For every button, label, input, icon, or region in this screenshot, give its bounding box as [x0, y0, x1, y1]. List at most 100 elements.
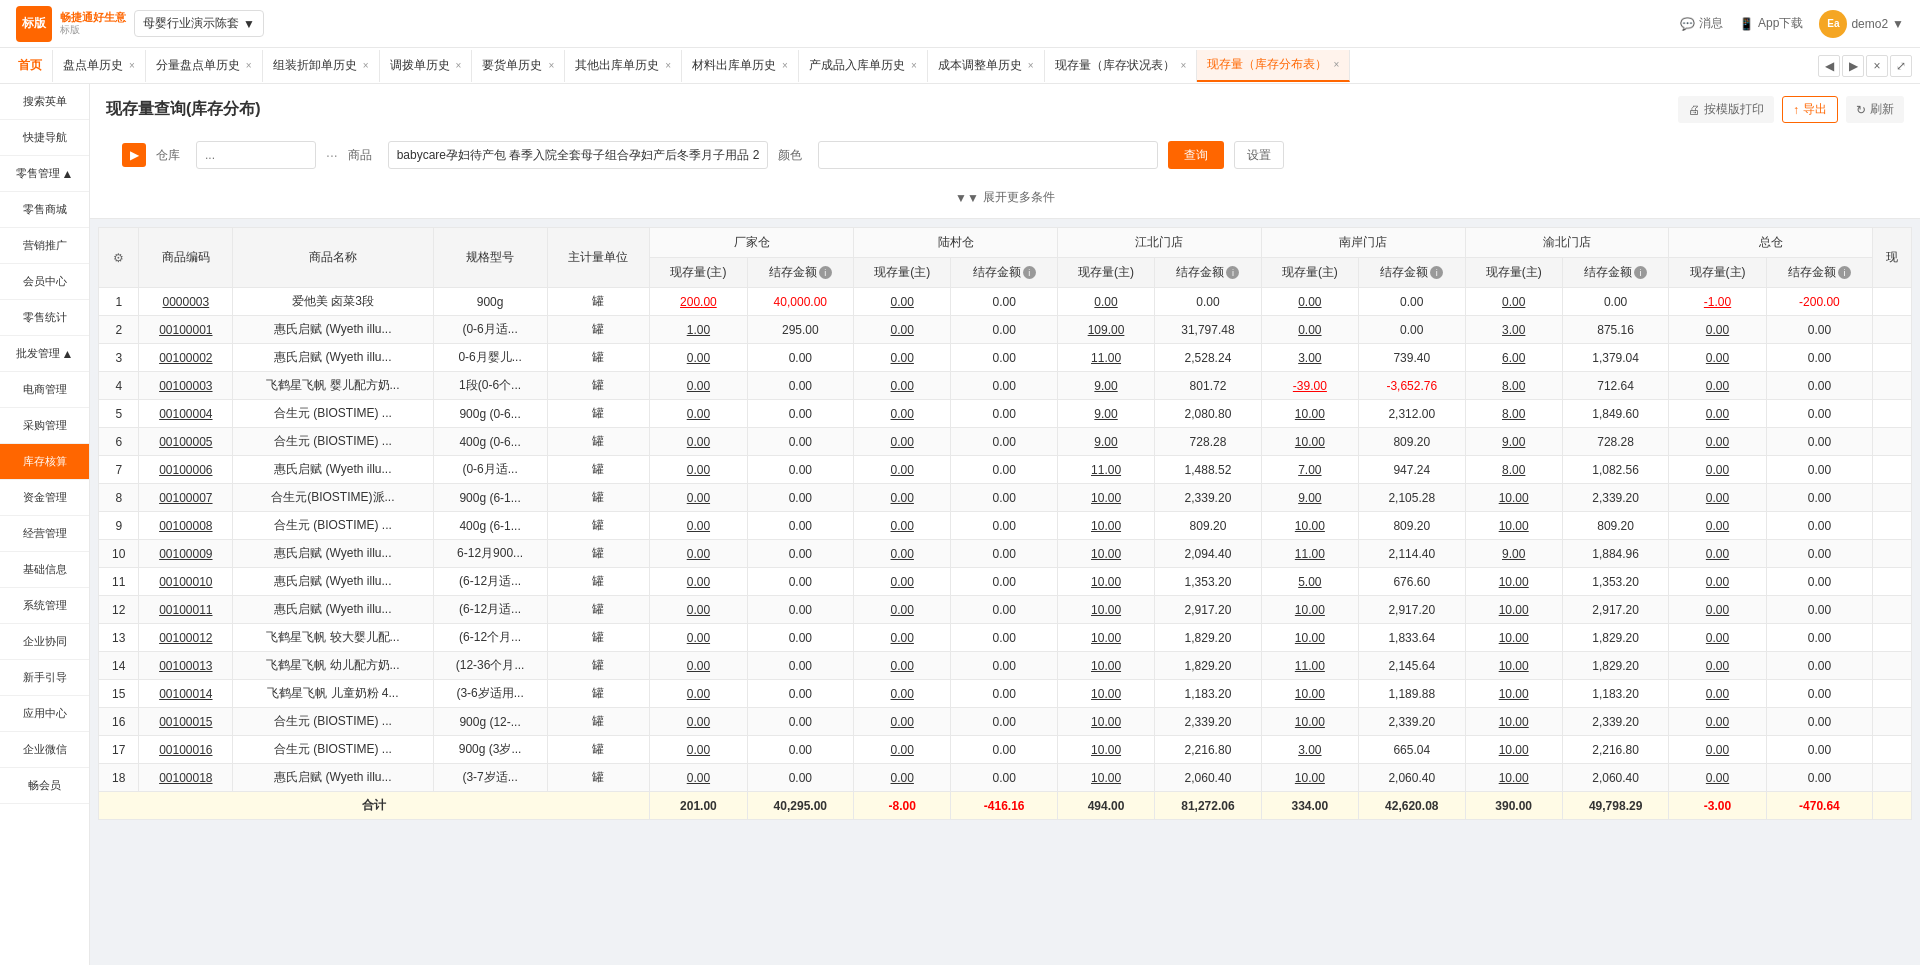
- table-cell[interactable]: 0.00: [1669, 708, 1766, 736]
- table-cell[interactable]: 10.00: [1057, 736, 1154, 764]
- table-cell[interactable]: 0.00: [650, 568, 747, 596]
- table-cell[interactable]: 0.00: [650, 736, 747, 764]
- table-cell[interactable]: 0.00: [650, 456, 747, 484]
- table-cell[interactable]: 0.00: [650, 764, 747, 792]
- table-cell[interactable]: 00100009: [139, 540, 233, 568]
- table-cell[interactable]: 0.00: [1669, 540, 1766, 568]
- table-cell[interactable]: -3,652.76: [1359, 372, 1466, 400]
- table-cell[interactable]: 0.00: [854, 428, 951, 456]
- table-cell[interactable]: 10.00: [1465, 652, 1562, 680]
- table-cell[interactable]: 10.00: [1465, 512, 1562, 540]
- table-cell[interactable]: 0.00: [854, 624, 951, 652]
- table-cell[interactable]: 8.00: [1465, 372, 1562, 400]
- table-cell[interactable]: 6.00: [1465, 344, 1562, 372]
- table-cell[interactable]: 0.00: [1261, 288, 1358, 316]
- table-cell[interactable]: 9.00: [1261, 484, 1358, 512]
- table-cell[interactable]: 9.00: [1465, 428, 1562, 456]
- table-cell[interactable]: 3.00: [1465, 316, 1562, 344]
- sidebar-item-search[interactable]: 搜索英单: [0, 84, 89, 120]
- table-cell[interactable]: 00100012: [139, 624, 233, 652]
- table-cell[interactable]: 7.00: [1261, 456, 1358, 484]
- sidebar-item-mall[interactable]: 零售商城: [0, 192, 89, 228]
- close-icon[interactable]: ×: [665, 60, 671, 71]
- table-cell[interactable]: 9.00: [1057, 400, 1154, 428]
- sidebar-item-ecommerce[interactable]: 电商管理: [0, 372, 89, 408]
- table-cell[interactable]: 0.00: [650, 596, 747, 624]
- table-cell[interactable]: 0.00: [650, 512, 747, 540]
- sidebar-item-quick[interactable]: 快捷导航: [0, 120, 89, 156]
- sidebar-item-system[interactable]: 系统管理: [0, 588, 89, 624]
- table-cell[interactable]: 10.00: [1465, 680, 1562, 708]
- close-icon[interactable]: ×: [129, 60, 135, 71]
- print-btn[interactable]: 🖨 按模版打印: [1678, 96, 1774, 123]
- table-cell[interactable]: 0.00: [1669, 680, 1766, 708]
- table-cell[interactable]: 11.00: [1261, 540, 1358, 568]
- nav-expand-btn[interactable]: ⤢: [1890, 55, 1912, 77]
- table-cell[interactable]: 00100016: [139, 736, 233, 764]
- close-icon[interactable]: ×: [1181, 60, 1187, 71]
- col-gear[interactable]: ⚙: [99, 228, 139, 288]
- table-cell[interactable]: 3.00: [1261, 344, 1358, 372]
- table-cell[interactable]: 11.00: [1057, 456, 1154, 484]
- table-cell[interactable]: 0.00: [1669, 400, 1766, 428]
- tab-fenpandian[interactable]: 分量盘点单历史 ×: [146, 50, 263, 82]
- table-cell[interactable]: 10.00: [1465, 568, 1562, 596]
- tab-tiaopo[interactable]: 调拨单历史 ×: [380, 50, 473, 82]
- table-cell[interactable]: 0.00: [1261, 316, 1358, 344]
- sidebar-item-member[interactable]: 会员中心: [0, 264, 89, 300]
- table-cell[interactable]: 0.00: [650, 372, 747, 400]
- table-cell[interactable]: 00100014: [139, 680, 233, 708]
- table-cell[interactable]: 00100008: [139, 512, 233, 540]
- sidebar-item-operations[interactable]: 经营管理: [0, 516, 89, 552]
- close-icon[interactable]: ×: [1028, 60, 1034, 71]
- app-download-btn[interactable]: 📱 App下载: [1739, 15, 1803, 32]
- table-cell[interactable]: 10.00: [1057, 512, 1154, 540]
- nav-prev-btn[interactable]: ◀: [1818, 55, 1840, 77]
- table-cell[interactable]: 0.00: [854, 512, 951, 540]
- table-cell[interactable]: 10.00: [1261, 400, 1358, 428]
- table-cell[interactable]: 00100001: [139, 316, 233, 344]
- table-cell[interactable]: 0.00: [854, 764, 951, 792]
- tab-qitachu[interactable]: 其他出库单历史 ×: [565, 50, 682, 82]
- table-cell[interactable]: 0.00: [650, 540, 747, 568]
- table-cell[interactable]: 0.00: [1057, 288, 1154, 316]
- table-cell[interactable]: 8.00: [1465, 400, 1562, 428]
- table-cell[interactable]: 10.00: [1261, 624, 1358, 652]
- table-cell[interactable]: 00100003: [139, 372, 233, 400]
- table-cell[interactable]: 0.00: [1669, 484, 1766, 512]
- table-cell[interactable]: 0.00: [1669, 456, 1766, 484]
- tab-kucun-zhuangkuang[interactable]: 现存量（库存状况表） ×: [1045, 50, 1198, 82]
- table-cell[interactable]: 9.00: [1057, 372, 1154, 400]
- table-cell[interactable]: 9.00: [1465, 540, 1562, 568]
- table-cell[interactable]: 0.00: [1669, 764, 1766, 792]
- table-cell[interactable]: 0.00: [650, 624, 747, 652]
- tab-pandian[interactable]: 盘点单历史 ×: [53, 50, 146, 82]
- sidebar-item-purchase[interactable]: 采购管理: [0, 408, 89, 444]
- table-cell[interactable]: 0.00: [854, 540, 951, 568]
- tab-yaohuo[interactable]: 要货单历史 ×: [472, 50, 565, 82]
- table-cell[interactable]: 00100006: [139, 456, 233, 484]
- table-cell[interactable]: 10.00: [1057, 596, 1154, 624]
- table-cell[interactable]: 00100015: [139, 708, 233, 736]
- sidebar-item-retail-stats[interactable]: 零售统计: [0, 300, 89, 336]
- close-icon[interactable]: ×: [456, 60, 462, 71]
- tab-zuzhang[interactable]: 组装折卸单历史 ×: [263, 50, 380, 82]
- table-cell[interactable]: 3.00: [1261, 736, 1358, 764]
- nav-close-btn[interactable]: ×: [1866, 55, 1888, 77]
- table-cell[interactable]: 10.00: [1465, 484, 1562, 512]
- table-cell[interactable]: 0.00: [854, 568, 951, 596]
- table-cell[interactable]: 10.00: [1465, 624, 1562, 652]
- table-cell[interactable]: 0.00: [854, 736, 951, 764]
- table-cell[interactable]: 00100004: [139, 400, 233, 428]
- sidebar-item-marketing[interactable]: 营销推广: [0, 228, 89, 264]
- table-cell[interactable]: 0000003: [139, 288, 233, 316]
- message-btn[interactable]: 💬 消息: [1680, 15, 1723, 32]
- table-cell[interactable]: 200.00: [650, 288, 747, 316]
- sidebar-item-member2[interactable]: 畅会员: [0, 768, 89, 804]
- table-cell[interactable]: 10.00: [1057, 484, 1154, 512]
- table-cell[interactable]: 0.00: [1669, 512, 1766, 540]
- table-cell[interactable]: 10.00: [1261, 428, 1358, 456]
- table-cell[interactable]: 0.00: [650, 680, 747, 708]
- tab-home[interactable]: 首页: [8, 50, 53, 82]
- table-cell[interactable]: 9.00: [1057, 428, 1154, 456]
